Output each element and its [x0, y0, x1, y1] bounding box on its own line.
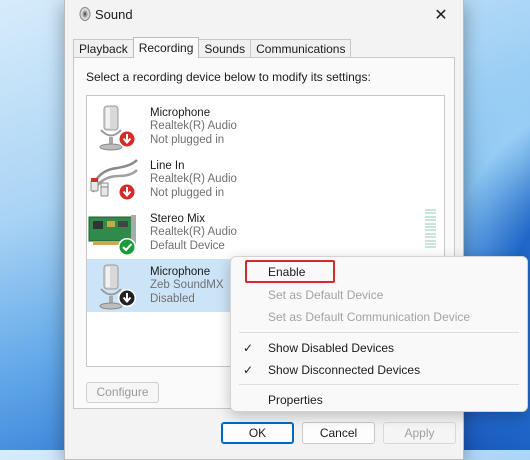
menu-item-label: Set as Default Device — [268, 288, 384, 302]
device-item-line-in[interactable]: Line In Realtek(R) Audio Not plugged in — [87, 153, 444, 206]
level-meter — [425, 209, 436, 251]
menu-item-label: Show Disconnected Devices — [268, 363, 421, 377]
device-driver: Realtek(R) Audio — [150, 173, 237, 186]
menu-item-label: Properties — [268, 393, 323, 407]
line-in-cable-icon — [90, 159, 138, 201]
tab-playback[interactable]: Playback — [73, 39, 134, 58]
red-down-arrow-badge — [118, 130, 136, 148]
device-status: Not plugged in — [150, 133, 225, 146]
check-icon: ✓ — [243, 363, 254, 377]
cancel-button[interactable]: Cancel — [302, 422, 375, 444]
red-down-arrow-badge — [118, 183, 136, 201]
device-status: Not plugged in — [150, 186, 225, 199]
speaker-icon — [79, 7, 91, 21]
close-button[interactable]: ✕ — [419, 0, 463, 30]
menu-separator — [239, 332, 519, 333]
menu-item-show-disconnected-devices[interactable]: ✓ Show Disconnected Devices — [231, 359, 527, 381]
menu-item-properties[interactable]: Properties — [231, 389, 527, 411]
device-driver: Realtek(R) Audio — [150, 120, 237, 133]
device-context-menu: Enable Set as Default Device Set as Defa… — [230, 256, 528, 412]
device-status: Disabled — [150, 292, 195, 305]
device-name: Line In — [150, 160, 185, 172]
close-icon: ✕ — [434, 7, 448, 24]
tab-sounds[interactable]: Sounds — [198, 39, 252, 58]
menu-item-set-default-device[interactable]: Set as Default Device — [231, 284, 527, 306]
device-driver: Realtek(R) Audio — [150, 226, 237, 239]
microphone-icon — [99, 264, 136, 310]
check-icon: ✓ — [243, 341, 254, 355]
menu-separator — [239, 384, 519, 385]
device-item-stereo-mix[interactable]: Stereo Mix Realtek(R) Audio Default Devi… — [87, 206, 444, 259]
menu-item-label: Set as Default Communication Device — [268, 310, 471, 324]
microphone-icon — [99, 105, 136, 151]
tab-communications[interactable]: Communications — [250, 39, 352, 58]
menu-item-set-default-communication-device[interactable]: Set as Default Communication Device — [231, 306, 527, 328]
title-bar[interactable]: Sound ✕ — [65, 0, 463, 30]
device-name: Microphone — [150, 266, 211, 278]
configure-button[interactable]: Configure — [86, 382, 159, 403]
black-down-arrow-badge — [118, 289, 136, 307]
device-driver: Zeb SoundMX — [150, 279, 224, 292]
instruction-text: Select a recording device below to modif… — [86, 70, 371, 84]
ok-button[interactable]: OK — [221, 422, 294, 444]
green-check-badge — [118, 238, 136, 256]
menu-item-label: Show Disabled Devices — [268, 341, 395, 355]
menu-item-label: Enable — [268, 265, 306, 279]
device-item-microphone-realtek[interactable]: Microphone Realtek(R) Audio Not plugged … — [87, 100, 444, 153]
tab-recording[interactable]: Recording — [132, 37, 200, 58]
apply-button[interactable]: Apply — [383, 422, 456, 444]
tab-strip: Playback Recording Sounds Communications — [73, 37, 352, 58]
menu-item-enable[interactable]: Enable — [231, 261, 527, 283]
device-name: Stereo Mix — [150, 213, 205, 225]
device-name: Microphone — [150, 107, 211, 119]
sound-card-icon — [88, 215, 136, 256]
window-title: Sound — [95, 7, 133, 22]
device-status: Default Device — [150, 239, 225, 252]
menu-item-show-disabled-devices[interactable]: ✓ Show Disabled Devices — [231, 337, 527, 359]
